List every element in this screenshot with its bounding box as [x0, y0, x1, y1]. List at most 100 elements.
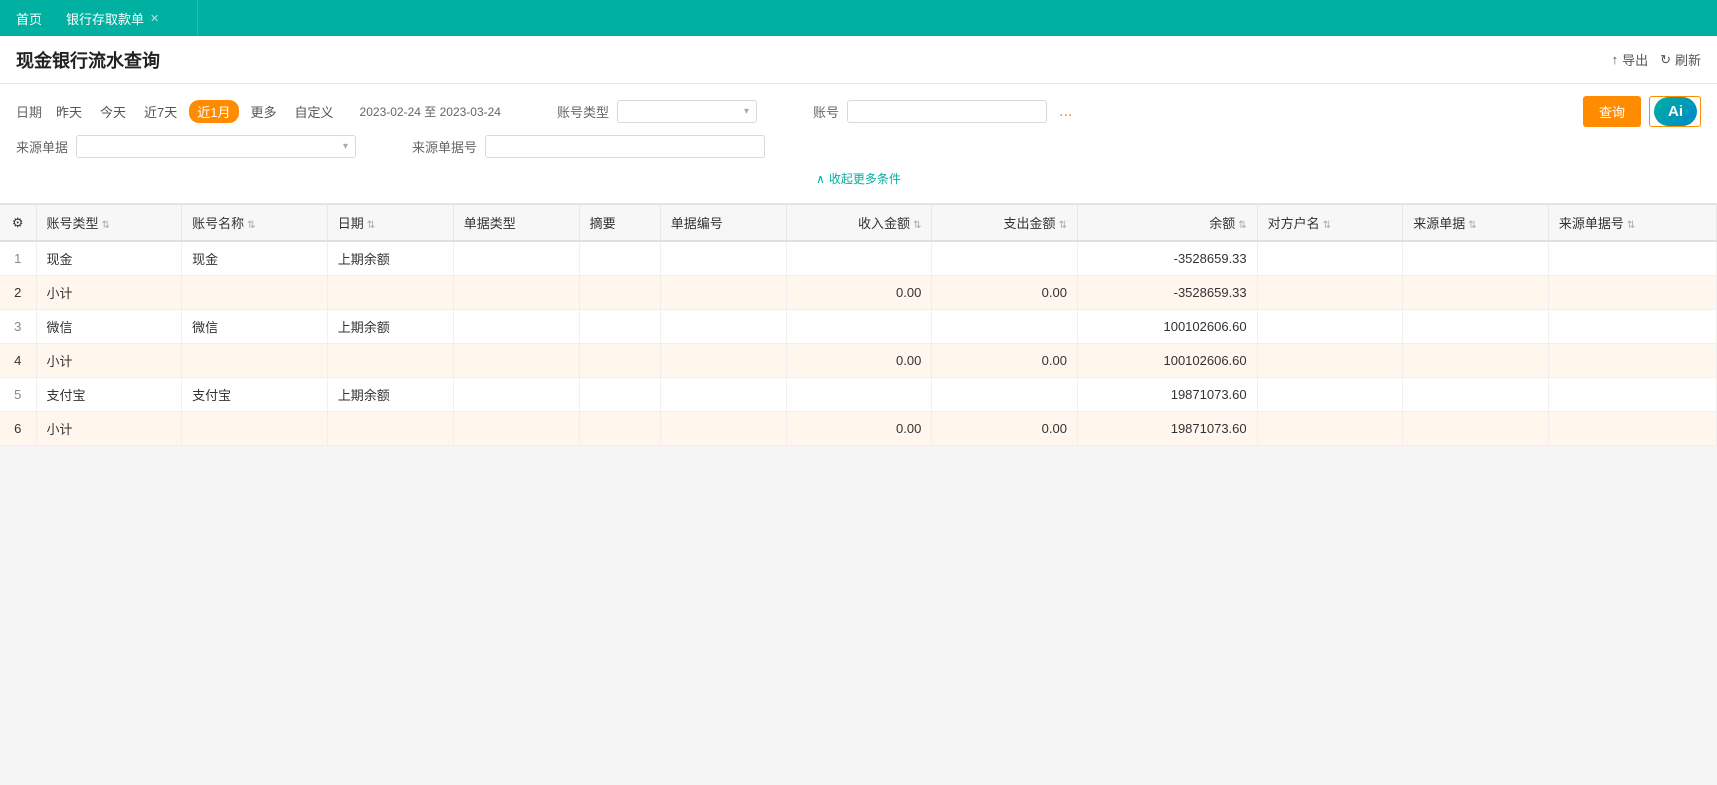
page-title: 现金银行流水查询 [16, 47, 160, 73]
table-row[interactable]: 2小计0.000.00-3528659.33 [0, 276, 1717, 310]
cell-source-doc-no [1548, 412, 1716, 446]
col-doc-no[interactable]: 单据编号 [660, 205, 786, 242]
account-type-select[interactable]: 现金 微信 支付宝 [617, 100, 757, 123]
cell-income [786, 378, 932, 412]
refresh-button[interactable]: ↻ 刷新 [1660, 50, 1701, 69]
col-counterparty[interactable]: 对方户名⇅ [1257, 205, 1403, 242]
date-btn-today[interactable]: 今天 [94, 100, 132, 123]
cell-summary [579, 344, 660, 378]
cell-balance: 100102606.60 [1077, 344, 1257, 378]
col-expense[interactable]: 支出金额⇅ [932, 205, 1078, 242]
cell-counterparty [1257, 344, 1403, 378]
cell-doc-type [453, 310, 579, 344]
data-table: ⚙ 账号类型⇅ 账号名称⇅ 日期⇅ 单据类型 摘要 单据编号 收入金额⇅ [0, 204, 1717, 446]
cell-expense [932, 241, 1078, 276]
export-button[interactable]: ↑ 导出 [1612, 50, 1649, 69]
filter-row-1: 日期 昨天 今天 近7天 近1月 更多 自定义 2023-02-24 至 202… [16, 96, 1701, 127]
close-icon[interactable]: ✕ [150, 12, 159, 25]
cell-account-name [182, 344, 328, 378]
date-btn-7days[interactable]: 近7天 [138, 100, 183, 123]
cell-source-doc-no [1548, 241, 1716, 276]
date-options: 昨天 今天 近7天 近1月 更多 自定义 [50, 100, 340, 123]
cell-income: 0.00 [786, 276, 932, 310]
cell-income [786, 241, 932, 276]
col-source-doc-no[interactable]: 来源单据号⇅ [1548, 205, 1716, 242]
col-doc-type[interactable]: 单据类型 [453, 205, 579, 242]
sort-icon-income: ⇅ [913, 220, 921, 231]
dots-button[interactable]: ... [1055, 103, 1076, 121]
cell-income: 0.00 [786, 344, 932, 378]
collapse-icon: ∧ [816, 172, 825, 186]
cell-num: 4 [0, 344, 36, 378]
table-row[interactable]: 1现金现金上期余额-3528659.33 [0, 241, 1717, 276]
cell-source-doc-no [1548, 344, 1716, 378]
cell-doc-type [453, 241, 579, 276]
cell-doc-no [660, 412, 786, 446]
cell-balance: 100102606.60 [1077, 310, 1257, 344]
cell-account-type: 现金 [36, 241, 182, 276]
date-btn-custom[interactable]: 自定义 [289, 100, 340, 123]
source-doc-no-input[interactable] [485, 135, 765, 158]
date-label: 日期 [16, 102, 42, 121]
cell-doc-no [660, 344, 786, 378]
cell-account-name [182, 276, 328, 310]
col-gear[interactable]: ⚙ [0, 205, 36, 242]
cell-balance: -3528659.33 [1077, 241, 1257, 276]
nav-home[interactable]: 首页 [4, 0, 54, 36]
date-range-display: 2023-02-24 至 2023-03-24 [360, 103, 501, 120]
collapse-bar[interactable]: ∧ 收起更多条件 [16, 166, 1701, 191]
date-btn-1month[interactable]: 近1月 [189, 100, 238, 123]
ai-badge[interactable]: Ai [1654, 97, 1697, 126]
col-income[interactable]: 收入金额⇅ [786, 205, 932, 242]
cell-account-type: 支付宝 [36, 378, 182, 412]
cell-doc-no [660, 378, 786, 412]
cell-account-name: 现金 [182, 241, 328, 276]
source-doc-select-wrapper: ▾ [76, 135, 356, 158]
cell-balance: 19871073.60 [1077, 378, 1257, 412]
col-account-name[interactable]: 账号名称⇅ [182, 205, 328, 242]
cell-counterparty [1257, 241, 1403, 276]
query-button[interactable]: 查询 [1583, 96, 1641, 127]
table-row[interactable]: 5支付宝支付宝上期余额19871073.60 [0, 378, 1717, 412]
col-account-type[interactable]: 账号类型⇅ [36, 205, 182, 242]
date-btn-yesterday[interactable]: 昨天 [50, 100, 88, 123]
sort-icon-counterparty: ⇅ [1323, 220, 1331, 231]
cell-account-name [182, 412, 328, 446]
account-input[interactable] [847, 100, 1047, 123]
cell-source-doc [1403, 378, 1549, 412]
table-row[interactable]: 3微信微信上期余额100102606.60 [0, 310, 1717, 344]
cell-doc-type [453, 412, 579, 446]
cell-account-name: 支付宝 [182, 378, 328, 412]
cell-num: 3 [0, 310, 36, 344]
cell-date [327, 412, 453, 446]
filter-row-2: 来源单据 ▾ 来源单据号 [16, 135, 1701, 158]
refresh-icon: ↻ [1660, 52, 1671, 68]
cell-num: 6 [0, 412, 36, 446]
col-summary[interactable]: 摘要 [579, 205, 660, 242]
cell-account-type: 小计 [36, 412, 182, 446]
cell-source-doc [1403, 344, 1549, 378]
cell-date [327, 344, 453, 378]
cell-income [786, 310, 932, 344]
source-doc-no-label: 来源单据号 [412, 137, 477, 156]
sort-icon-date: ⇅ [367, 220, 375, 231]
col-source-doc[interactable]: 来源单据⇅ [1403, 205, 1549, 242]
cell-source-doc-no [1548, 276, 1716, 310]
date-btn-more[interactable]: 更多 [245, 100, 283, 123]
cell-expense [932, 310, 1078, 344]
table-row[interactable]: 6小计0.000.0019871073.60 [0, 412, 1717, 446]
col-balance[interactable]: 余额⇅ [1077, 205, 1257, 242]
cell-source-doc-no [1548, 310, 1716, 344]
account-type-label: 账号类型 [557, 102, 609, 121]
cell-summary [579, 241, 660, 276]
cell-counterparty [1257, 378, 1403, 412]
cell-date [327, 276, 453, 310]
table-row[interactable]: 4小计0.000.00100102606.60 [0, 344, 1717, 378]
table-body: 1现金现金上期余额-3528659.332小计0.000.00-3528659.… [0, 241, 1717, 446]
nav-tab-bank-deposit[interactable]: 银行存取款单✕ [54, 0, 198, 36]
cell-source-doc [1403, 241, 1549, 276]
cell-summary [579, 378, 660, 412]
source-doc-select[interactable] [76, 135, 356, 158]
col-date[interactable]: 日期⇅ [327, 205, 453, 242]
source-doc-label: 来源单据 [16, 137, 68, 156]
